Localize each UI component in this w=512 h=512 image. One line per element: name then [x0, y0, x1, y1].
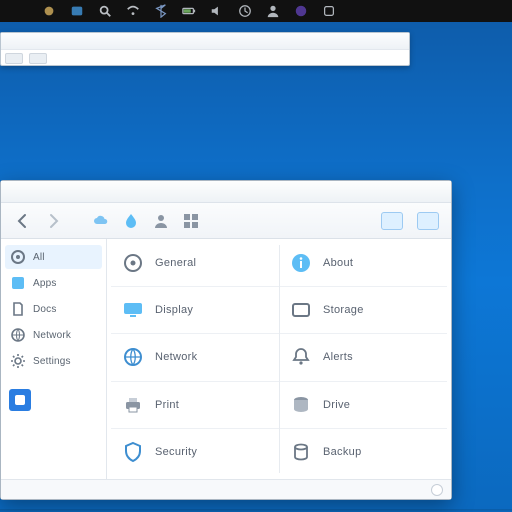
printer-icon: [121, 393, 145, 417]
panel-titlebar[interactable]: [1, 181, 451, 203]
forward-icon[interactable]: [43, 211, 63, 231]
strip-window-titlebar[interactable]: [1, 33, 409, 50]
row-divider: [111, 428, 447, 429]
strip-window-body: [1, 50, 409, 66]
globe-icon: [121, 345, 145, 369]
cylinder-icon: [289, 440, 313, 464]
sidebar-item-network[interactable]: Network: [5, 323, 102, 347]
settings-panel: All Apps Docs Network Settings: [0, 180, 452, 500]
sidebar-item-settings[interactable]: Settings: [5, 349, 102, 373]
menu-notification-icon[interactable]: [322, 4, 336, 18]
grid-item-label: Security: [155, 446, 197, 458]
grid-item-security[interactable]: Security: [111, 434, 279, 470]
row-divider: [111, 381, 447, 382]
menu-volume-icon[interactable]: [210, 4, 224, 18]
back-icon[interactable]: [13, 211, 33, 231]
grid-item-print[interactable]: Print: [111, 387, 279, 423]
sidebar-item-label: All: [33, 252, 45, 263]
grid-icon[interactable]: [181, 211, 201, 231]
doc-icon: [9, 300, 27, 318]
display-icon: [121, 298, 145, 322]
sidebar-item-label: Apps: [33, 278, 57, 289]
strip-chip-icon: [29, 53, 47, 64]
strip-window[interactable]: [0, 32, 410, 66]
gear-icon: [9, 352, 27, 370]
grid-item-label: Storage: [323, 304, 364, 316]
grid-item-alerts[interactable]: Alerts: [279, 339, 447, 375]
shield-icon: [121, 440, 145, 464]
menu-wifi-icon[interactable]: [126, 4, 140, 18]
sidebar-tag-button[interactable]: [9, 389, 31, 411]
panel-toolbar: [1, 203, 451, 239]
menu-finder-icon[interactable]: [70, 4, 84, 18]
user-icon[interactable]: [151, 211, 171, 231]
grid-item-label: Drive: [323, 399, 350, 411]
grid-item-network[interactable]: Network: [111, 339, 279, 375]
info-icon: [289, 251, 313, 275]
grid-item-label: Network: [155, 351, 197, 363]
grid-item-label: Print: [155, 399, 179, 411]
sidebar-item-docs[interactable]: Docs: [5, 297, 102, 321]
row-divider: [111, 286, 447, 287]
menu-apple-icon[interactable]: [42, 4, 56, 18]
sidebar-item-label: Docs: [33, 304, 57, 315]
menu-bluetooth-icon[interactable]: [154, 4, 168, 18]
bell-icon: [289, 345, 313, 369]
strip-chip-icon: [5, 53, 23, 64]
menu-spotlight-icon[interactable]: [98, 4, 112, 18]
cloud-icon[interactable]: [91, 211, 111, 231]
disc-icon: [9, 248, 27, 266]
grid-content: General About Display Storage Network: [107, 239, 451, 479]
grid-item-about[interactable]: About: [279, 245, 447, 281]
grid-item-backup[interactable]: Backup: [279, 434, 447, 470]
grid-item-general[interactable]: General: [111, 245, 279, 281]
sidebar-item-all[interactable]: All: [5, 245, 102, 269]
menu-siri-icon[interactable]: [294, 4, 308, 18]
sidebar-item-label: Settings: [33, 356, 71, 367]
drive-icon: [289, 393, 313, 417]
menubar: [0, 0, 512, 22]
app-icon: [9, 274, 27, 292]
resize-handle-icon[interactable]: [431, 484, 443, 496]
droplet-icon[interactable]: [121, 211, 141, 231]
box-icon: [289, 298, 313, 322]
grid-item-drive[interactable]: Drive: [279, 387, 447, 423]
toolbar-badge[interactable]: [417, 212, 439, 230]
menu-user-icon[interactable]: [266, 4, 280, 18]
net-icon: [9, 326, 27, 344]
disc-icon: [121, 251, 145, 275]
grid-item-label: Display: [155, 304, 193, 316]
grid-item-label: General: [155, 257, 196, 269]
panel-statusbar: [1, 479, 451, 499]
sidebar-item-apps[interactable]: Apps: [5, 271, 102, 295]
menu-battery-icon[interactable]: [182, 4, 196, 18]
sidebar-item-label: Network: [33, 330, 71, 341]
grid-item-label: Backup: [323, 446, 362, 458]
grid-item-display[interactable]: Display: [111, 292, 279, 328]
grid-item-label: Alerts: [323, 351, 353, 363]
grid-item-label: About: [323, 257, 353, 269]
grid-item-storage[interactable]: Storage: [279, 292, 447, 328]
toolbar-badge[interactable]: [381, 212, 403, 230]
menu-clock-icon[interactable]: [238, 4, 252, 18]
row-divider: [111, 333, 447, 334]
sidebar: All Apps Docs Network Settings: [1, 239, 107, 479]
